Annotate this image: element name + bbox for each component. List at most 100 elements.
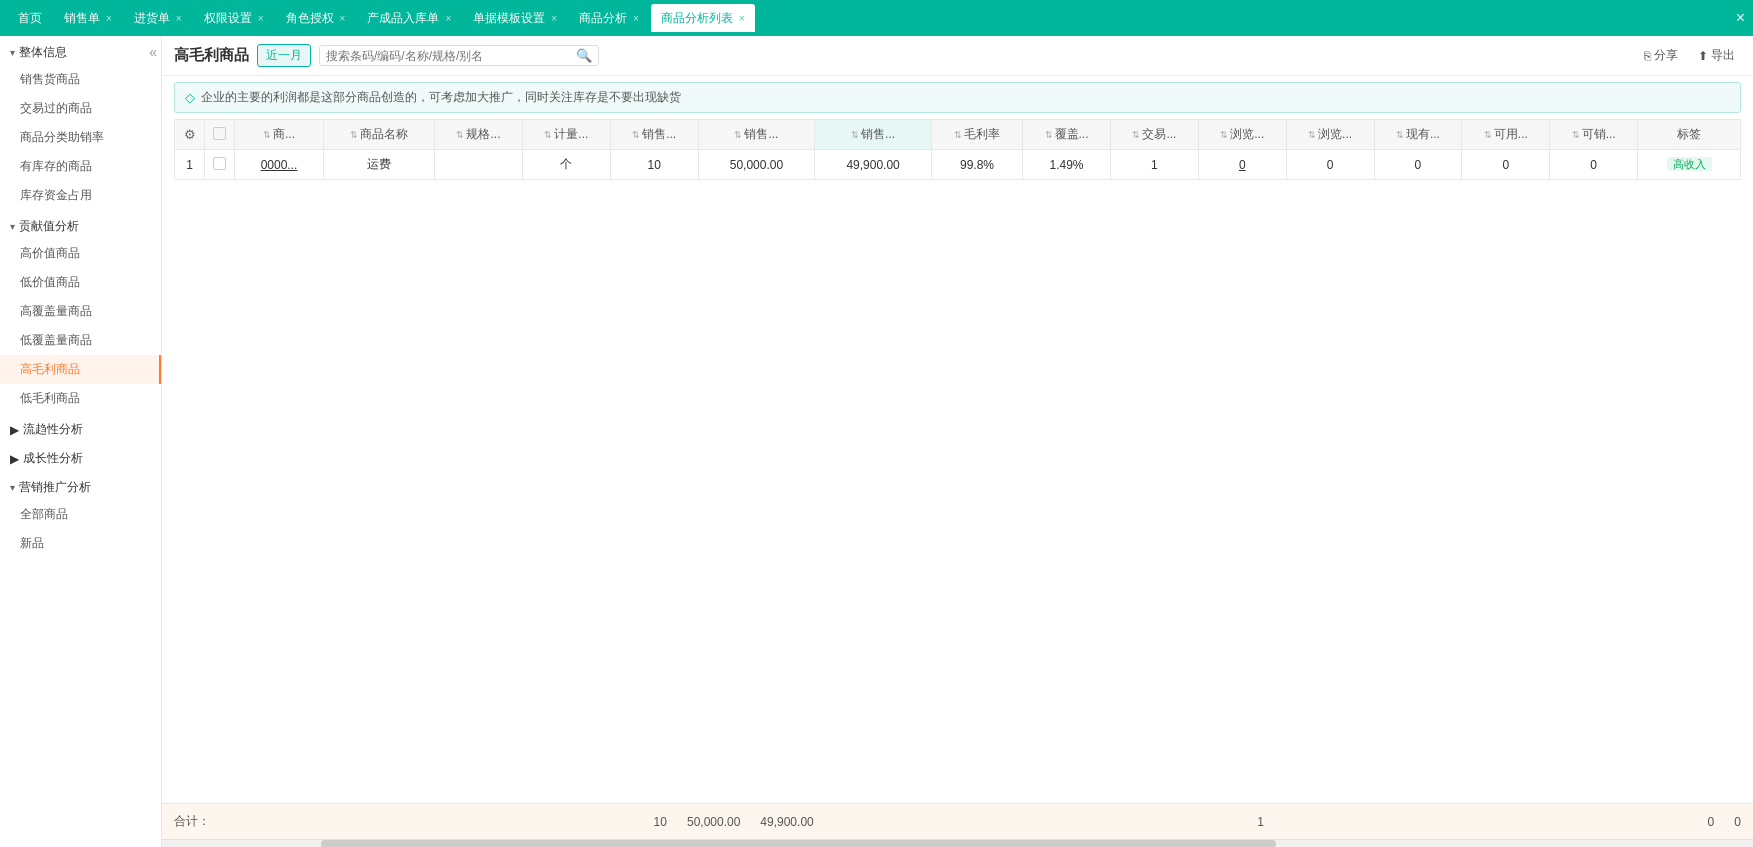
- export-button[interactable]: ⬆ 导出: [1692, 44, 1741, 67]
- tab-analysis-close[interactable]: ×: [633, 13, 639, 24]
- footer-sales2: 50,000.00: [687, 815, 740, 829]
- tab-analysis-list-close[interactable]: ×: [739, 13, 745, 24]
- sidebar-item-high-value[interactable]: 高价值商品: [0, 239, 161, 268]
- table-container[interactable]: ⚙ ⇅商... ⇅商品名称 ⇅规格... ⇅计量... ⇅销售... ⇅销售..…: [162, 119, 1753, 803]
- sort-icon: ⇅: [1572, 130, 1580, 140]
- tab-production[interactable]: 产成品入库单 ×: [357, 4, 461, 32]
- sidebar-item-sales-goods[interactable]: 销售货商品: [0, 65, 161, 94]
- group-trend-label: 流趋性分析: [23, 421, 83, 438]
- footer-browse2-value: 0: [1734, 815, 1741, 829]
- col-trade[interactable]: ⇅交易...: [1110, 120, 1198, 150]
- group-growth-arrow: ▶: [10, 452, 19, 466]
- tab-template-close[interactable]: ×: [551, 13, 557, 24]
- sidebar-item-low-coverage[interactable]: 低覆盖量商品: [0, 326, 161, 355]
- sidebar-item-stock-fund[interactable]: 库存资金占用: [0, 181, 161, 210]
- sidebar-item-low-value[interactable]: 低价值商品: [0, 268, 161, 297]
- search-icon[interactable]: 🔍: [576, 48, 592, 63]
- sidebar-group-overall[interactable]: ▾ 整体信息: [0, 36, 161, 65]
- filter-recent-month[interactable]: 近一月: [257, 44, 311, 67]
- col-checkbox[interactable]: [205, 120, 235, 150]
- row-coverage: 1.49%: [1023, 150, 1111, 180]
- sidebar-group-trend[interactable]: ▶ 流趋性分析: [0, 413, 161, 442]
- table-header-row: ⚙ ⇅商... ⇅商品名称 ⇅规格... ⇅计量... ⇅销售... ⇅销售..…: [175, 120, 1741, 150]
- sort-icon: ⇅: [1396, 130, 1404, 140]
- tab-roles-close[interactable]: ×: [340, 13, 346, 24]
- col-sales1[interactable]: ⇅销售...: [610, 120, 698, 150]
- scrollbar-thumb[interactable]: [321, 840, 1276, 847]
- sort-icon: ⇅: [1045, 130, 1053, 140]
- search-input[interactable]: [326, 49, 572, 63]
- header-actions: ⎘ 分享 ⬆ 导出: [1638, 44, 1741, 67]
- tab-production-close[interactable]: ×: [445, 13, 451, 24]
- sidebar-item-traded-goods[interactable]: 交易过的商品: [0, 94, 161, 123]
- row-checkbox[interactable]: [205, 150, 235, 180]
- sort-icon: ⇅: [1484, 130, 1492, 140]
- col-stock1[interactable]: ⇅现有...: [1374, 120, 1462, 150]
- tab-roles[interactable]: 角色授权 ×: [276, 4, 356, 32]
- sidebar-item-all-goods[interactable]: 全部商品: [0, 500, 161, 529]
- sort-icon: ⇅: [263, 130, 271, 140]
- tab-purchase[interactable]: 进货单 ×: [124, 4, 192, 32]
- sidebar-item-in-stock[interactable]: 有库存的商品: [0, 152, 161, 181]
- tab-home[interactable]: 首页: [8, 4, 52, 32]
- content-header: 高毛利商品 近一月 🔍 ⎘ 分享 ⬆ 导出: [162, 36, 1753, 76]
- group-growth-label: 成长性分析: [23, 450, 83, 467]
- sidebar-group-marketing[interactable]: ▾ 营销推广分析: [0, 471, 161, 500]
- col-coverage[interactable]: ⇅覆盖...: [1023, 120, 1111, 150]
- row-checkbox-box[interactable]: [213, 157, 226, 170]
- col-name[interactable]: ⇅商品名称: [324, 120, 435, 150]
- col-settings[interactable]: ⚙: [175, 120, 205, 150]
- settings-icon[interactable]: ⚙: [184, 127, 196, 142]
- col-sales2[interactable]: ⇅销售...: [698, 120, 815, 150]
- col-stock3[interactable]: ⇅可销...: [1550, 120, 1638, 150]
- sidebar-item-new-goods[interactable]: 新品: [0, 529, 161, 558]
- tab-sales-close[interactable]: ×: [106, 13, 112, 24]
- sidebar-group-growth[interactable]: ▶ 成长性分析: [0, 442, 161, 471]
- tab-permissions[interactable]: 权限设置 ×: [194, 4, 274, 32]
- tab-analysis-list[interactable]: 商品分析列表 ×: [651, 4, 755, 32]
- tab-template[interactable]: 单据模板设置 ×: [463, 4, 567, 32]
- row-sales1: 10: [610, 150, 698, 180]
- sort-icon: ⇅: [851, 130, 859, 140]
- row-name: 运费: [324, 150, 435, 180]
- footer-sales3: 49,900.00: [760, 815, 813, 829]
- sidebar-item-low-margin[interactable]: 低毛利商品: [0, 384, 161, 413]
- sidebar-item-high-coverage[interactable]: 高覆盖量商品: [0, 297, 161, 326]
- col-spec[interactable]: ⇅规格...: [435, 120, 523, 150]
- sidebar: « ▾ 整体信息 销售货商品 交易过的商品 商品分类助销率 有库存的商品 库存资…: [0, 36, 162, 847]
- sidebar-collapse-button[interactable]: «: [149, 44, 157, 60]
- sidebar-group-contribution[interactable]: ▾ 贡献值分析: [0, 210, 161, 239]
- row-browse1-link[interactable]: 0: [1239, 158, 1246, 172]
- close-all-button[interactable]: ×: [1736, 9, 1745, 27]
- row-code[interactable]: 0000...: [235, 150, 324, 180]
- col-stock2[interactable]: ⇅可用...: [1462, 120, 1550, 150]
- sort-icon: ⇅: [544, 130, 552, 140]
- col-tag[interactable]: 标签: [1638, 120, 1741, 150]
- sidebar-item-category-rate[interactable]: 商品分类助销率: [0, 123, 161, 152]
- header-checkbox[interactable]: [213, 127, 226, 140]
- col-browse1[interactable]: ⇅浏览...: [1198, 120, 1286, 150]
- share-label: 分享: [1654, 47, 1678, 64]
- tab-purchase-close[interactable]: ×: [176, 13, 182, 24]
- col-browse2[interactable]: ⇅浏览...: [1286, 120, 1374, 150]
- footer-sales1-value: 10: [654, 815, 667, 829]
- footer-browse1-value: 0: [1708, 815, 1715, 829]
- info-text: 企业的主要的利润都是这部分商品创造的，可考虑加大推广，同时关注库存是不要出现缺货: [201, 89, 681, 106]
- row-code-link[interactable]: 0000...: [261, 158, 298, 172]
- share-button[interactable]: ⎘ 分享: [1638, 44, 1684, 67]
- tab-analysis[interactable]: 商品分析 ×: [569, 4, 649, 32]
- share-icon: ⎘: [1644, 49, 1651, 63]
- group-trend-arrow: ▶: [10, 423, 19, 437]
- row-sales3: 49,900.00: [815, 150, 932, 180]
- col-unit[interactable]: ⇅计量...: [522, 120, 610, 150]
- horizontal-scrollbar[interactable]: [162, 839, 1753, 847]
- row-browse1[interactable]: 0: [1198, 150, 1286, 180]
- col-code[interactable]: ⇅商...: [235, 120, 324, 150]
- sidebar-item-high-margin[interactable]: 高毛利商品: [0, 355, 161, 384]
- tab-home-label: 首页: [18, 10, 42, 27]
- tab-analysis-label: 商品分析: [579, 10, 627, 27]
- tab-permissions-close[interactable]: ×: [258, 13, 264, 24]
- col-gross-rate[interactable]: ⇅毛利率: [931, 120, 1022, 150]
- tab-sales[interactable]: 销售单 ×: [54, 4, 122, 32]
- col-sales3[interactable]: ⇅销售...: [815, 120, 932, 150]
